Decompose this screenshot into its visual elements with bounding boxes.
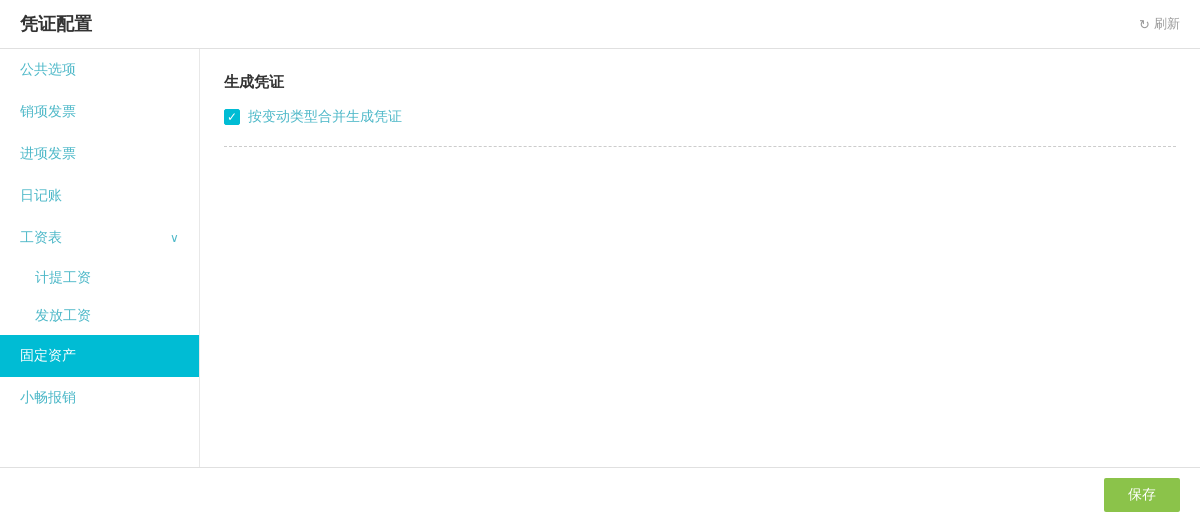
sidebar-item-fixed-assets[interactable]: 固定资产 — [0, 335, 199, 377]
footer: 保存 — [0, 467, 1200, 522]
sidebar-item-journal[interactable]: 日记账 — [0, 175, 199, 217]
checkbox-row: ✓ 按变动类型合并生成凭证 — [224, 108, 1176, 126]
save-button[interactable]: 保存 — [1104, 478, 1180, 512]
refresh-label: 刷新 — [1154, 15, 1180, 33]
sidebar-item-label: 销项发票 — [20, 103, 76, 121]
merge-checkbox[interactable]: ✓ — [224, 109, 240, 125]
section-divider — [224, 146, 1176, 147]
sidebar-item-label: 小畅报销 — [20, 389, 76, 407]
sidebar-item-label: 固定资产 — [20, 347, 76, 365]
sidebar-item-payroll-table[interactable]: 工资表 ∨ — [0, 217, 199, 259]
sidebar-item-label: 计提工资 — [35, 269, 91, 285]
sidebar-item-public-options[interactable]: 公共选项 — [0, 49, 199, 91]
refresh-button[interactable]: ↻ 刷新 — [1139, 15, 1180, 33]
checkmark-icon: ✓ — [227, 111, 237, 123]
chevron-down-icon: ∨ — [170, 231, 179, 245]
checkbox-label: 按变动类型合并生成凭证 — [248, 108, 402, 126]
sidebar-item-label: 公共选项 — [20, 61, 76, 79]
sidebar: 公共选项销项发票进项发票日记账工资表 ∨ 计提工资发放工资固定资产小畅报销 — [0, 49, 200, 467]
sidebar-item-label: 日记账 — [20, 187, 62, 205]
sidebar-item-purchase-invoice[interactable]: 进项发票 — [0, 133, 199, 175]
sidebar-item-payroll-calc[interactable]: 计提工资 — [0, 259, 199, 297]
sidebar-item-payroll-issue[interactable]: 发放工资 — [0, 297, 199, 335]
page-title: 凭证配置 — [20, 12, 92, 36]
sidebar-item-label: 发放工资 — [35, 307, 91, 323]
sidebar-item-label: 工资表 — [20, 229, 62, 247]
sidebar-item-sales-invoice[interactable]: 销项发票 — [0, 91, 199, 133]
section-title: 生成凭证 — [224, 73, 1176, 92]
sidebar-item-expense-report[interactable]: 小畅报销 — [0, 377, 199, 419]
content-area: 生成凭证 ✓ 按变动类型合并生成凭证 — [200, 49, 1200, 467]
sidebar-item-label: 进项发票 — [20, 145, 76, 163]
page-wrapper: 凭证配置 ↻ 刷新 公共选项销项发票进项发票日记账工资表 ∨ 计提工资发放工资固定资… — [0, 0, 1200, 522]
refresh-icon: ↻ — [1139, 17, 1150, 32]
header: 凭证配置 ↻ 刷新 — [0, 0, 1200, 49]
main-area: 公共选项销项发票进项发票日记账工资表 ∨ 计提工资发放工资固定资产小畅报销 生成凭证… — [0, 49, 1200, 467]
